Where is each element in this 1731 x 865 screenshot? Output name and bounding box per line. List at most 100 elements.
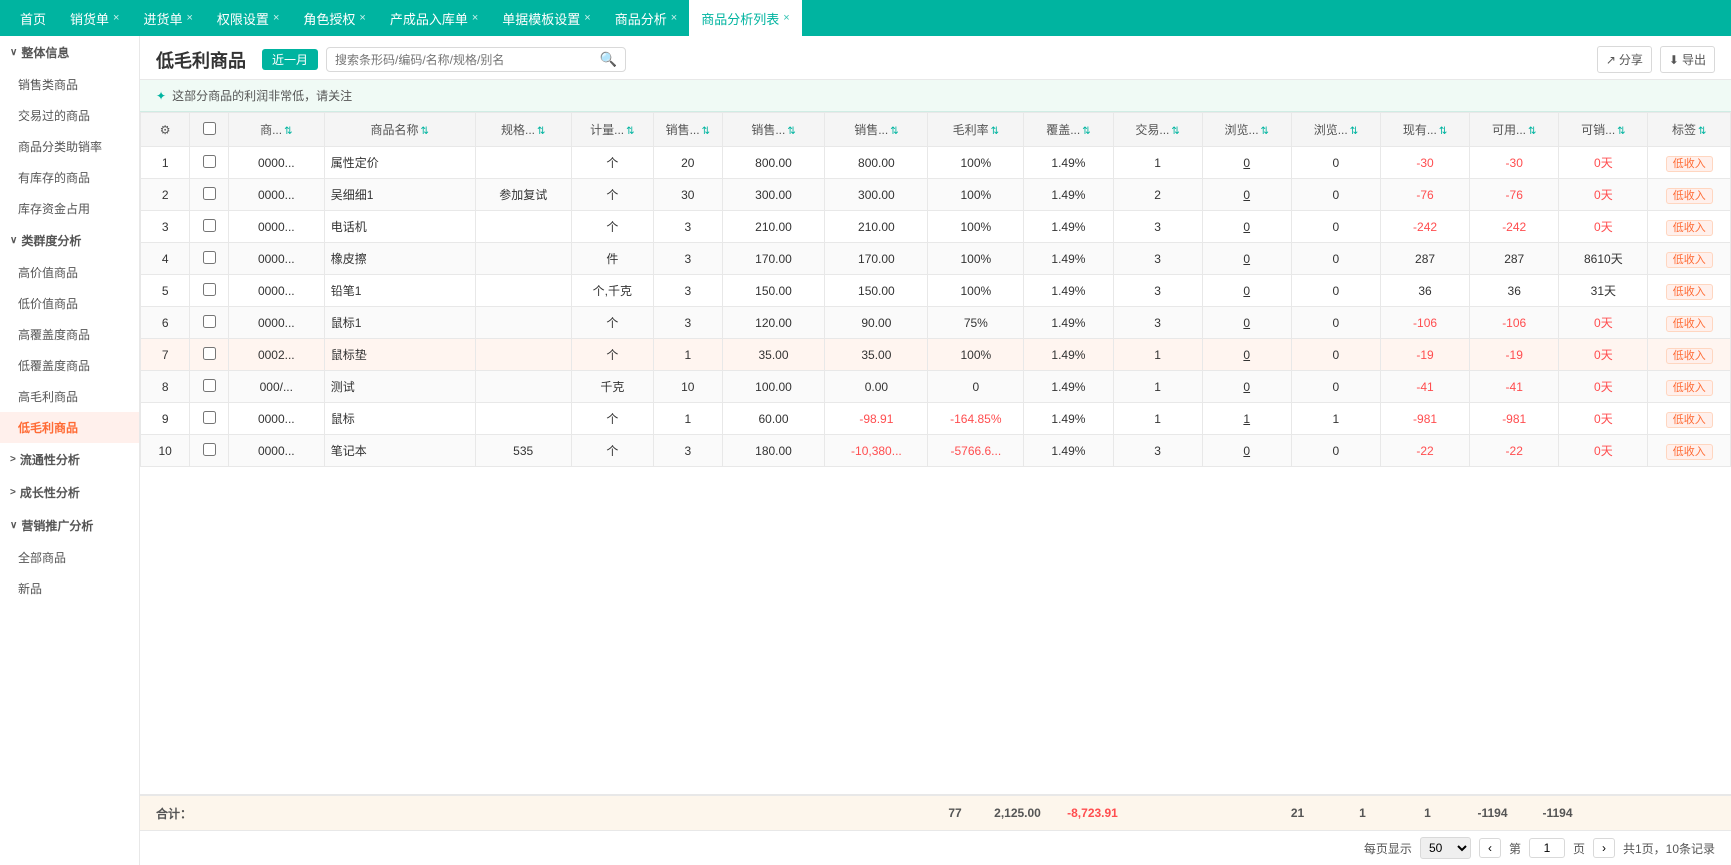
nav-item-商品分析[interactable]: 商品分析×	[603, 0, 689, 36]
table-row[interactable]: 60000...鼠标1个3120.0090.0075%1.49%300-106-…	[141, 307, 1731, 339]
sort-icon-code[interactable]: ⇅	[284, 126, 292, 137]
browse1-link[interactable]: 0	[1243, 380, 1250, 394]
nav-item-商品分析列表[interactable]: 商品分析列表×	[689, 0, 801, 36]
sidebar-item-新品[interactable]: 新品	[0, 573, 139, 604]
sidebar-item-低覆盖度商品[interactable]: 低覆盖度商品	[0, 350, 139, 381]
sort-icon-unit[interactable]: ⇅	[626, 126, 634, 137]
export-button[interactable]: ⬇ 导出	[1660, 46, 1715, 73]
table-row[interactable]: 70002...鼠标垫个135.0035.00100%1.49%100-19-1…	[141, 339, 1731, 371]
next-page-button[interactable]: ›	[1593, 838, 1615, 858]
sidebar-item-全部商品[interactable]: 全部商品	[0, 542, 139, 573]
col-header-gross_rate[interactable]: 毛利率⇅	[928, 113, 1024, 147]
browse1-link[interactable]: 0	[1243, 348, 1250, 362]
col-header-spec[interactable]: 规格...⇅	[475, 113, 571, 147]
table-row[interactable]: 50000...铅笔1个,千克3150.00150.00100%1.49%300…	[141, 275, 1731, 307]
sidebar-item-高毛利商品[interactable]: 高毛利商品	[0, 381, 139, 412]
row-checkbox[interactable]	[190, 179, 228, 211]
sort-icon-sales_qty[interactable]: ⇅	[702, 126, 710, 137]
nav-item-销货单[interactable]: 销货单×	[58, 0, 131, 36]
browse1-link[interactable]: 0	[1243, 220, 1250, 234]
search-icon[interactable]: 🔍	[600, 51, 617, 68]
search-input[interactable]	[335, 53, 600, 67]
sidebar-item-有库存的商品[interactable]: 有库存的商品	[0, 162, 139, 193]
nav-close-icon[interactable]: ×	[186, 12, 192, 24]
nav-close-icon[interactable]: ×	[359, 12, 365, 24]
browse1-link[interactable]: 0	[1243, 444, 1250, 458]
sidebar-group-成长性分析[interactable]: >成长性分析	[0, 476, 139, 509]
table-row[interactable]: 20000...吴细细1参加复试个30300.00300.00100%1.49%…	[141, 179, 1731, 211]
nav-close-icon[interactable]: ×	[783, 12, 789, 24]
col-header-sales_profit[interactable]: 销售...⇅	[825, 113, 928, 147]
col-header-sales_qty[interactable]: 销售...⇅	[654, 113, 723, 147]
sort-icon-name[interactable]: ⇅	[421, 126, 429, 137]
sidebar-group-类群度分析[interactable]: ∨类群度分析	[0, 224, 139, 257]
row-browse1[interactable]: 0	[1202, 179, 1291, 211]
row-browse1[interactable]: 0	[1202, 243, 1291, 275]
browse1-link[interactable]: 0	[1243, 252, 1250, 266]
col-header-unit[interactable]: 计量...⇅	[571, 113, 653, 147]
data-table-container[interactable]: ⚙商...⇅商品名称⇅规格...⇅计量...⇅销售...⇅销售...⇅销售...…	[140, 112, 1731, 794]
row-browse1[interactable]: 0	[1202, 435, 1291, 467]
sort-icon-browse1[interactable]: ⇅	[1261, 126, 1269, 137]
sort-icon-sales_profit[interactable]: ⇅	[890, 126, 898, 137]
row-checkbox[interactable]	[190, 243, 228, 275]
row-checkbox[interactable]	[190, 275, 228, 307]
row-checkbox[interactable]	[190, 435, 228, 467]
col-header-sales_amt[interactable]: 销售...⇅	[722, 113, 825, 147]
nav-item-角色授权[interactable]: 角色授权×	[291, 0, 377, 36]
table-row[interactable]: 10000...属性定价个20800.00800.00100%1.49%100-…	[141, 147, 1731, 179]
sidebar-item-销售类商品[interactable]: 销售类商品	[0, 69, 139, 100]
table-row[interactable]: 8000/...测试千克10100.000.0001.49%100-41-410…	[141, 371, 1731, 403]
browse1-link[interactable]: 0	[1243, 188, 1250, 202]
sidebar-group-营销推广分析[interactable]: ∨营销推广分析	[0, 509, 139, 542]
nav-item-单据模板设置[interactable]: 单据模板设置×	[490, 0, 602, 36]
sidebar-item-高价值商品[interactable]: 高价值商品	[0, 257, 139, 288]
page-size-select[interactable]: 50100200	[1420, 837, 1471, 859]
browse1-link[interactable]: 0	[1243, 156, 1250, 170]
nav-close-icon[interactable]: ×	[584, 12, 590, 24]
sort-icon-browse2[interactable]: ⇅	[1350, 126, 1358, 137]
sidebar-item-低毛利商品[interactable]: 低毛利商品	[0, 412, 139, 443]
col-header-browse1[interactable]: 浏览...⇅	[1202, 113, 1291, 147]
table-row[interactable]: 30000...电话机个3210.00210.00100%1.49%300-24…	[141, 211, 1731, 243]
sort-icon-trade_count[interactable]: ⇅	[1171, 126, 1179, 137]
col-header-saleable_days[interactable]: 可销...⇅	[1559, 113, 1648, 147]
sort-icon-spec[interactable]: ⇅	[537, 126, 545, 137]
sidebar-item-高覆盖度商品[interactable]: 高覆盖度商品	[0, 319, 139, 350]
sort-icon-saleable_days[interactable]: ⇅	[1617, 126, 1625, 137]
row-browse1[interactable]: 1	[1202, 403, 1291, 435]
sort-icon-coverage[interactable]: ⇅	[1082, 126, 1090, 137]
prev-page-button[interactable]: ‹	[1479, 838, 1501, 858]
sidebar-group-整体信息[interactable]: ∨整体信息	[0, 36, 139, 69]
sort-icon-sales_amt[interactable]: ⇅	[787, 126, 795, 137]
sort-icon-current_stock[interactable]: ⇅	[1439, 126, 1447, 137]
table-row[interactable]: 40000...橡皮擦件3170.00170.00100%1.49%300287…	[141, 243, 1731, 275]
table-row[interactable]: 90000...鼠标个160.00-98.91-164.85%1.49%111-…	[141, 403, 1731, 435]
row-browse1[interactable]: 0	[1202, 339, 1291, 371]
col-header-avail_stock[interactable]: 可用...⇅	[1470, 113, 1559, 147]
table-row[interactable]: 100000...笔记本535个3180.00-10,380...-5766.6…	[141, 435, 1731, 467]
row-checkbox[interactable]	[190, 211, 228, 243]
nav-item-产成品入库单[interactable]: 产成品入库单×	[378, 0, 490, 36]
row-checkbox[interactable]	[190, 403, 228, 435]
browse1-link[interactable]: 1	[1243, 412, 1250, 426]
sidebar-item-交易过的商品[interactable]: 交易过的商品	[0, 100, 139, 131]
row-checkbox[interactable]	[190, 147, 228, 179]
row-checkbox[interactable]	[190, 307, 228, 339]
row-checkbox[interactable]	[190, 339, 228, 371]
col-header-current_stock[interactable]: 现有...⇅	[1380, 113, 1469, 147]
share-button[interactable]: ↗ 分享	[1597, 46, 1652, 73]
nav-item-权限设置[interactable]: 权限设置×	[205, 0, 291, 36]
col-header-trade_count[interactable]: 交易...⇅	[1113, 113, 1202, 147]
sidebar-item-库存资金占用[interactable]: 库存资金占用	[0, 193, 139, 224]
row-browse1[interactable]: 0	[1202, 147, 1291, 179]
nav-item-进货单[interactable]: 进货单×	[131, 0, 204, 36]
nav-close-icon[interactable]: ×	[273, 12, 279, 24]
sort-icon-avail_stock[interactable]: ⇅	[1528, 126, 1536, 137]
col-header-name[interactable]: 商品名称⇅	[324, 113, 475, 147]
settings-icon[interactable]: ⚙	[160, 123, 171, 137]
col-header-coverage[interactable]: 覆盖...⇅	[1024, 113, 1113, 147]
sort-icon-tag[interactable]: ⇅	[1698, 126, 1706, 137]
col-header-code[interactable]: 商...⇅	[228, 113, 324, 147]
nav-close-icon[interactable]: ×	[671, 12, 677, 24]
